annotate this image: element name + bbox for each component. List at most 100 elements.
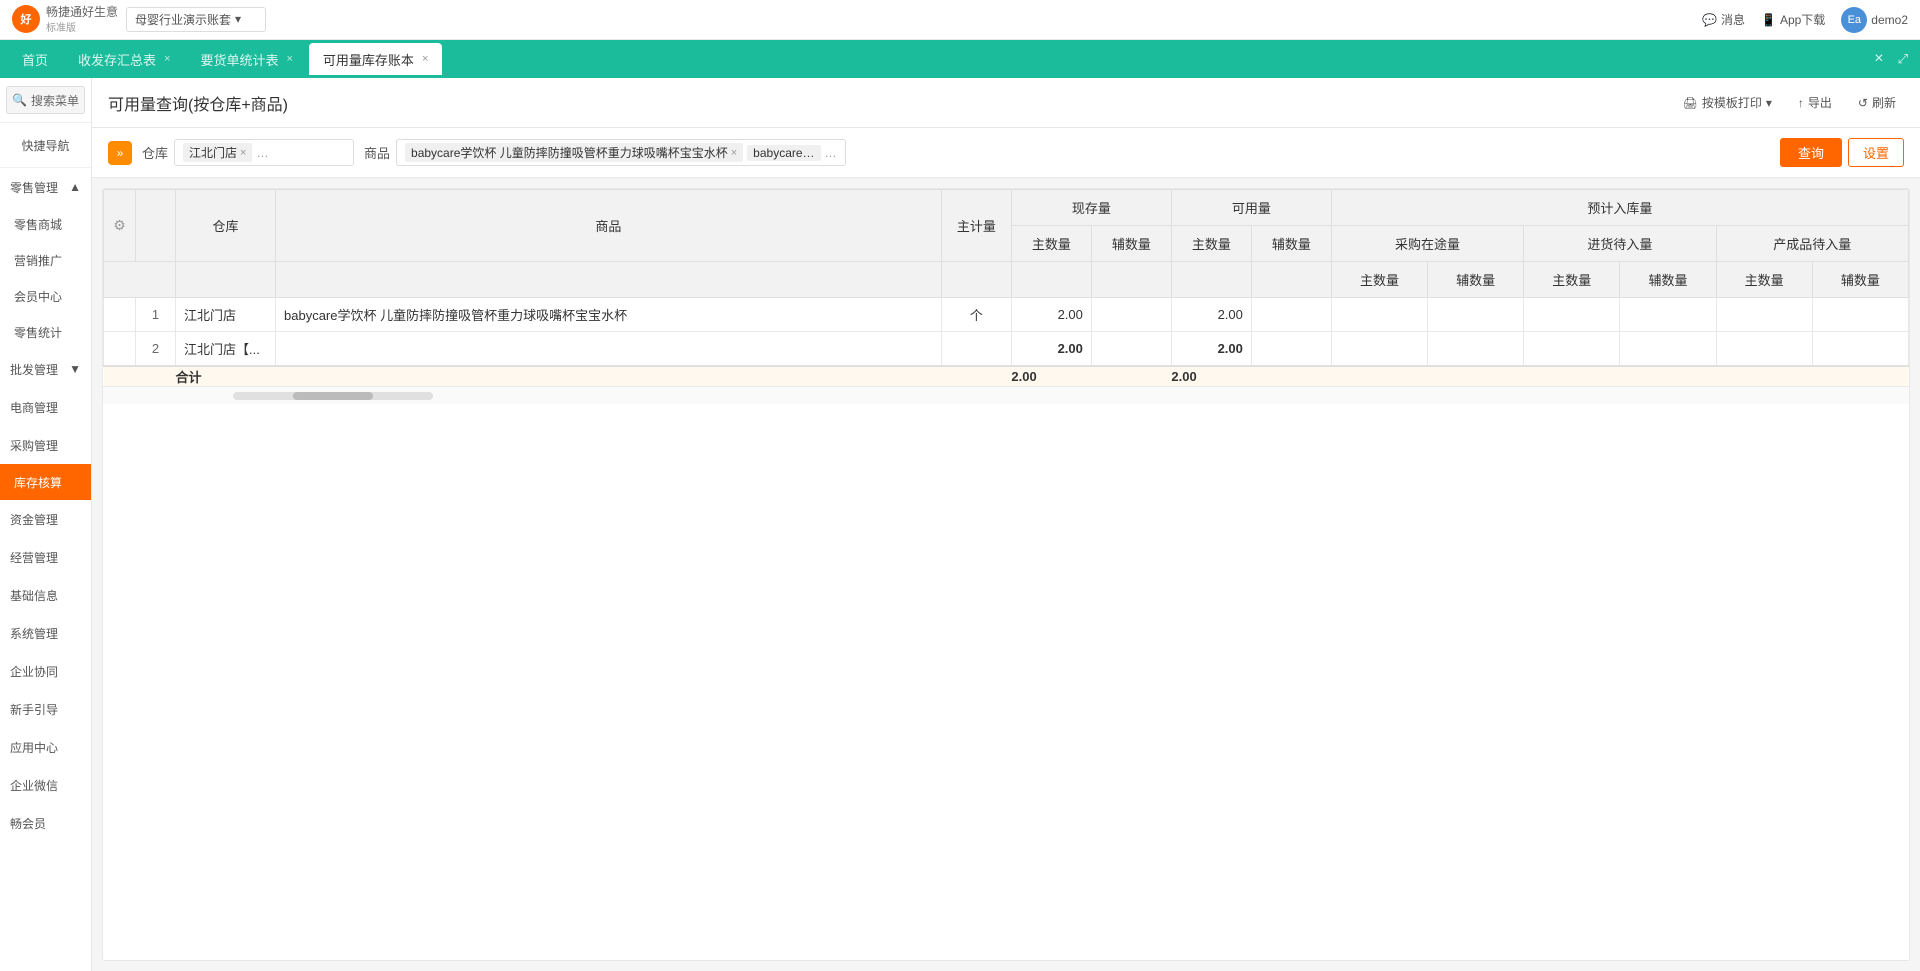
warehouse-input[interactable]: 江北门店 × …	[174, 139, 354, 166]
close-all-tabs-btn[interactable]: ×	[1870, 48, 1887, 70]
col-purchase-transit-header: 采购在途量	[1331, 226, 1523, 262]
row2-warehouse: 江北门店【...	[176, 332, 276, 367]
sidebar-section-purchase: 采购管理	[0, 426, 91, 464]
row1-unit: 个	[941, 298, 1011, 332]
empty-wh-sub	[176, 262, 276, 298]
user-menu[interactable]: Ea demo2	[1841, 7, 1908, 33]
empty-cur-aux-sub	[1091, 262, 1171, 298]
product-input[interactable]: babycare学饮杯 儿童防摔防撞吸管杯重力球吸嘴杯宝宝水杯 × babyca…	[396, 139, 846, 166]
sidebar-section-header-newbie[interactable]: 新手引导	[0, 690, 91, 728]
sidebar-item-retail-stats[interactable]: 零售统计	[0, 314, 91, 350]
content-area: 可用量查询(按仓库+商品) 🖨 按模板打印 ▾ ↑ 导出 ↺ 刷新	[92, 78, 1920, 971]
product-tag-2: babycare…	[747, 145, 820, 161]
summary-label: 合计	[176, 366, 1012, 386]
col-rownum-header	[136, 190, 176, 262]
sidebar-section-header-wechat[interactable]: 企业微信	[0, 766, 91, 804]
tab-close-0[interactable]: ×	[164, 53, 170, 65]
col-pur-main-sub: 主数量	[1331, 262, 1427, 298]
chevron-icon: ▲	[69, 180, 81, 194]
app-download-btn[interactable]: 📱 App下载	[1761, 11, 1825, 28]
row1-product: babycare学饮杯 儿童防摔防撞吸管杯重力球吸嘴杯宝宝水杯	[276, 298, 942, 332]
sidebar-section-system: 系统管理	[0, 614, 91, 652]
col-avail-main-header: 主数量	[1171, 226, 1251, 262]
industry-selector[interactable]: 母婴行业演示账套 ▾	[126, 7, 266, 32]
tab-controls: × ⤢	[1870, 48, 1912, 70]
page-title: 可用量查询(按仓库+商品)	[108, 91, 288, 115]
row1-prod-aux	[1812, 298, 1908, 332]
top-bar-right: 💬 消息 📱 App下载 Ea demo2	[1702, 7, 1908, 33]
sidebar-section-header-basic[interactable]: 基础信息	[0, 576, 91, 614]
gear-icon[interactable]: ⚙	[113, 217, 126, 233]
refresh-icon: ↺	[1858, 96, 1868, 110]
tab-available-inventory[interactable]: 可用量库存账本 ×	[309, 43, 442, 75]
product-tag-1-close[interactable]: ×	[731, 147, 737, 159]
sidebar-section-header-finance[interactable]: 资金管理	[0, 500, 91, 538]
filter-expand-btn[interactable]: »	[108, 141, 132, 165]
nav-tabs-bar: 首页 收发存汇总表 × 要货单统计表 × 可用量库存账本 × × ⤢	[0, 40, 1920, 78]
warehouse-more[interactable]: …	[256, 146, 268, 160]
row2-goods-main	[1524, 332, 1620, 367]
sidebar-search-area: 🔍 搜索菜单	[0, 78, 91, 123]
settings-button[interactable]: 设置	[1848, 138, 1904, 167]
row1-prod-main	[1716, 298, 1812, 332]
sidebar-item-members[interactable]: 会员中心	[0, 278, 91, 314]
row1-goods-aux	[1620, 298, 1716, 332]
row1-warehouse: 江北门店	[176, 298, 276, 332]
sidebar-item-retail-mall[interactable]: 零售商城	[0, 206, 91, 242]
row1-cur-aux	[1091, 298, 1171, 332]
sidebar-section-header-purchase[interactable]: 采购管理	[0, 426, 91, 464]
message-btn[interactable]: 💬 消息	[1702, 11, 1745, 28]
sidebar-section-header-member[interactable]: 畅会员	[0, 804, 91, 842]
row2-prod-main	[1716, 332, 1812, 367]
avatar: Ea	[1841, 7, 1867, 33]
sidebar-item-marketing[interactable]: 营销推广	[0, 242, 91, 278]
export-btn[interactable]: ↑ 导出	[1790, 90, 1840, 115]
sidebar-section-header-wholesale[interactable]: 批发管理 ▼	[0, 350, 91, 388]
sidebar-section-header-enterprise[interactable]: 企业协同	[0, 652, 91, 690]
product-more[interactable]: …	[825, 146, 837, 160]
tab-close-1[interactable]: ×	[286, 53, 292, 65]
sidebar-item-inventory[interactable]: 库存核算	[0, 464, 91, 500]
filter-actions: 查询 设置	[1780, 138, 1904, 167]
refresh-btn[interactable]: ↺ 刷新	[1850, 90, 1904, 115]
sidebar-section-header-operation[interactable]: 经营管理	[0, 538, 91, 576]
col-goods-pending-header: 进货待入量	[1524, 226, 1716, 262]
tab-receivables-summary[interactable]: 收发存汇总表 ×	[64, 43, 184, 75]
sidebar-section-wholesale: 批发管理 ▼	[0, 350, 91, 388]
sidebar-item-quick-nav[interactable]: 快捷导航	[0, 127, 91, 163]
row2-pur-main	[1331, 332, 1427, 367]
sidebar-section-header-zero-retail[interactable]: 零售管理 ▲	[0, 168, 91, 206]
horizontal-scrollbar-track[interactable]	[233, 392, 433, 400]
col-available-header: 可用量	[1171, 190, 1331, 226]
col-prod-main-sub: 主数量	[1716, 262, 1812, 298]
quick-nav-section: 快捷导航	[0, 123, 91, 168]
warehouse-tag-close[interactable]: ×	[240, 147, 246, 159]
sidebar-section-header-apps[interactable]: 应用中心	[0, 728, 91, 766]
sidebar-section-inventory: 库存核算	[0, 464, 91, 500]
row2-pur-aux	[1428, 332, 1524, 367]
page-header-actions: 🖨 按模板打印 ▾ ↑ 导出 ↺ 刷新	[1675, 90, 1904, 115]
empty-unit-sub	[941, 262, 1011, 298]
row2-cur-aux	[1091, 332, 1171, 367]
sidebar-section-header-system[interactable]: 系统管理	[0, 614, 91, 652]
query-button[interactable]: 查询	[1780, 138, 1842, 167]
tab-home[interactable]: 首页	[8, 43, 62, 75]
search-menu-btn[interactable]: 🔍 搜索菜单	[6, 86, 85, 114]
tab-close-2[interactable]: ×	[422, 53, 428, 65]
warehouse-filter-field: 仓库 江北门店 × …	[142, 139, 354, 166]
col-current-aux-header: 辅数量	[1091, 226, 1171, 262]
sidebar-section-header-ecommerce[interactable]: 电商管理	[0, 388, 91, 426]
chevron-down-icon: ▾	[1766, 96, 1772, 110]
maximize-btn[interactable]: ⤢	[1894, 49, 1912, 69]
product-tag-1: babycare学饮杯 儿童防摔防撞吸管杯重力球吸嘴杯宝宝水杯 ×	[405, 143, 743, 162]
print-btn[interactable]: 🖨 按模板打印 ▾	[1675, 90, 1780, 115]
table-row: 2 江北门店【... 2.00 2.00	[104, 332, 1909, 367]
logo-icon: 好	[12, 5, 40, 33]
col-forecast-header: 预计入库量	[1331, 190, 1908, 226]
summary-row: 合计 2.00 2.00	[104, 366, 1909, 386]
horizontal-scrollbar-thumb[interactable]	[293, 392, 373, 400]
summary-cur-aux	[1091, 366, 1171, 386]
sidebar-section-operation: 经营管理	[0, 538, 91, 576]
tab-order-stats[interactable]: 要货单统计表 ×	[186, 43, 306, 75]
page-header: 可用量查询(按仓库+商品) 🖨 按模板打印 ▾ ↑ 导出 ↺ 刷新	[92, 78, 1920, 128]
